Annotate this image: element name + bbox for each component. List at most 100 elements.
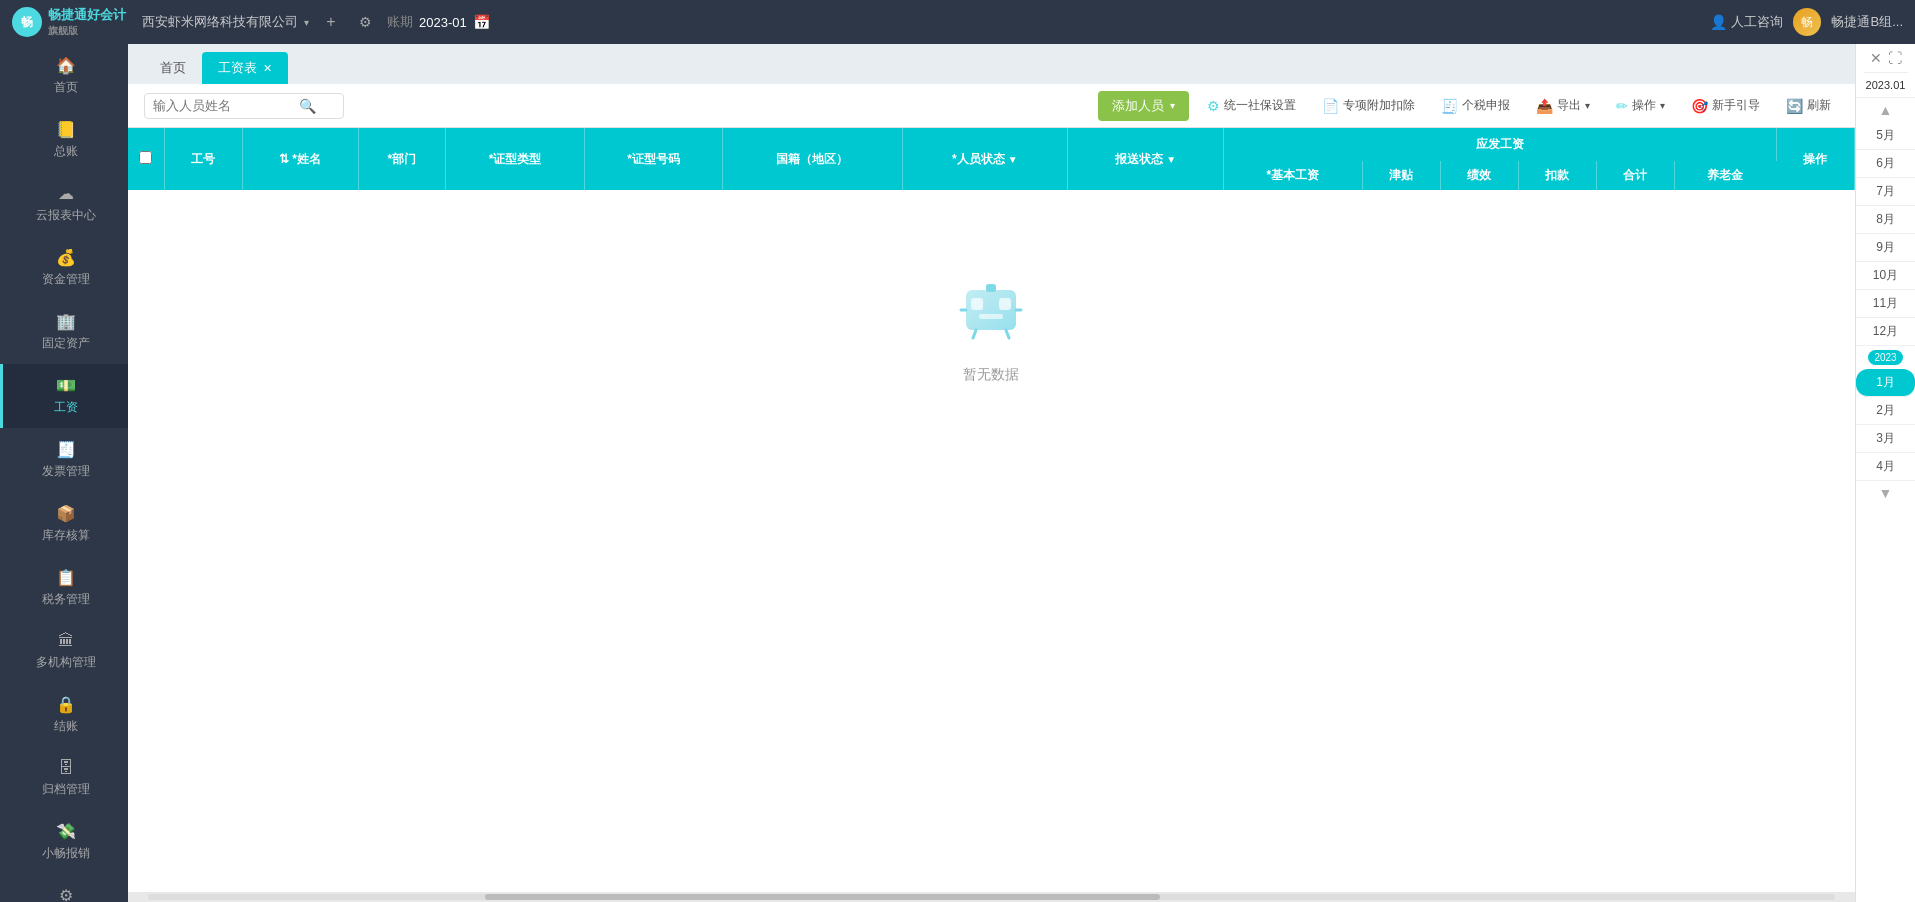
- month-item-7[interactable]: 7月: [1856, 178, 1915, 206]
- table-wrap: 工号 ⇅ *姓名 *部门 *证型类型 *证型号码 国籍（地区） *人员状态 ▼ …: [128, 128, 1855, 892]
- th-total: 合计: [1596, 161, 1674, 190]
- tab-home-label: 首页: [160, 59, 186, 77]
- company-chevron-icon: ▾: [304, 17, 309, 28]
- th-deduction: 扣款: [1518, 161, 1596, 190]
- bottom-scrollbar[interactable]: [128, 892, 1855, 902]
- empty-state-cell: 暂无数据: [128, 190, 1855, 464]
- logo-sub: 旗舰版: [48, 24, 126, 38]
- svg-rect-2: [999, 298, 1011, 310]
- month-item-10[interactable]: 10月: [1856, 262, 1915, 290]
- help-btn[interactable]: 👤 人工咨询: [1710, 13, 1783, 31]
- empty-text: 暂无数据: [963, 366, 1019, 384]
- tab-salary[interactable]: 工资表 ✕: [202, 52, 288, 84]
- month-item-2[interactable]: 2月: [1856, 397, 1915, 425]
- tax-btn-icon: 🧾: [1441, 98, 1458, 114]
- sidebar-label-report: 云报表中心: [36, 207, 96, 224]
- month-item-4[interactable]: 4月: [1856, 453, 1915, 481]
- th-salary-group: 应发工资: [1224, 128, 1777, 161]
- refresh-icon: 🔄: [1786, 98, 1803, 114]
- sidebar-item-close[interactable]: 🔒 结账: [0, 683, 128, 747]
- month-item-5[interactable]: 5月: [1856, 122, 1915, 150]
- sidebar-item-fund[interactable]: 💰 资金管理: [0, 236, 128, 300]
- search-icon: 🔍: [299, 98, 316, 114]
- logo-icon: 畅: [12, 7, 42, 37]
- th-report-status: 报送状态 ▼: [1068, 128, 1224, 190]
- operate-btn[interactable]: ✏ 操作 ▾: [1608, 93, 1673, 118]
- guide-btn[interactable]: 🎯 新手引导: [1683, 93, 1768, 118]
- period-value: 2023-01: [419, 15, 467, 30]
- panel-close-icon[interactable]: ✕: [1870, 50, 1882, 66]
- svg-rect-1: [971, 298, 983, 310]
- search-wrap: 🔍: [144, 93, 344, 119]
- select-all-checkbox[interactable]: [139, 151, 152, 164]
- month-item-3[interactable]: 3月: [1856, 425, 1915, 453]
- month-item-6[interactable]: 6月: [1856, 150, 1915, 178]
- company-select[interactable]: 西安虾米网络科技有限公司 ▾: [142, 13, 309, 31]
- tax-icon: 📋: [56, 568, 76, 587]
- panel-expand-icon[interactable]: ⛶: [1888, 50, 1902, 66]
- sidebar: 🏠 首页 📒 总账 ☁ 云报表中心 💰 资金管理 🏢 固定资产 💵 工资 🧾 发…: [0, 44, 128, 902]
- tax-btn[interactable]: 🧾 个税申报: [1433, 93, 1518, 118]
- th-base-salary: *基本工资: [1224, 161, 1362, 190]
- expense-icon: 💸: [56, 822, 76, 841]
- assets-icon: 🏢: [56, 312, 76, 331]
- month-item-12[interactable]: 12月: [1856, 318, 1915, 346]
- sidebar-item-assets[interactable]: 🏢 固定资产: [0, 300, 128, 364]
- tab-salary-close-icon[interactable]: ✕: [263, 62, 272, 75]
- report-icon: ☁: [58, 184, 74, 203]
- sidebar-label-archive: 归档管理: [42, 781, 90, 798]
- month-down-arrow[interactable]: ▼: [1856, 481, 1915, 505]
- month-up-arrow[interactable]: ▲: [1856, 98, 1915, 122]
- th-people-status: *人员状态 ▼: [902, 128, 1068, 190]
- social-insurance-btn[interactable]: ⚙ 统一社保设置: [1199, 93, 1304, 118]
- report-status-filter-icon[interactable]: ▼: [1166, 154, 1176, 165]
- sidebar-item-salary[interactable]: 💵 工资: [0, 364, 128, 428]
- calendar-icon[interactable]: 📅: [473, 14, 490, 30]
- sidebar-label-stock: 库存核算: [42, 527, 90, 544]
- month-item-8[interactable]: 8月: [1856, 206, 1915, 234]
- refresh-btn[interactable]: 🔄 刷新: [1778, 93, 1839, 118]
- add-people-button[interactable]: 添加人员 ▾: [1098, 91, 1189, 121]
- people-status-filter-icon[interactable]: ▼: [1008, 154, 1018, 165]
- month-item-11[interactable]: 11月: [1856, 290, 1915, 318]
- sidebar-item-ledger[interactable]: 📒 总账: [0, 108, 128, 172]
- scroll-thumb[interactable]: [485, 894, 1160, 900]
- operate-icon: ✏: [1616, 98, 1628, 114]
- sidebar-item-multi[interactable]: 🏛 多机构管理: [0, 620, 128, 683]
- sidebar-item-setting[interactable]: ⚙ 基础设置: [0, 874, 128, 902]
- invoice-icon: 🧾: [56, 440, 76, 459]
- sidebar-item-home[interactable]: 🏠 首页: [0, 44, 128, 108]
- search-input[interactable]: [153, 98, 293, 113]
- deduction-btn[interactable]: 📄 专项附加扣除: [1314, 93, 1423, 118]
- sidebar-item-invoice[interactable]: 🧾 发票管理: [0, 428, 128, 492]
- add-btn-arrow-icon: ▾: [1170, 100, 1175, 111]
- sidebar-label-multi: 多机构管理: [36, 654, 96, 671]
- export-btn[interactable]: 📤 导出 ▾: [1528, 93, 1598, 118]
- settings-icon[interactable]: ⚙: [353, 10, 377, 34]
- ledger-icon: 📒: [56, 120, 76, 139]
- sidebar-label-invoice: 发票管理: [42, 463, 90, 480]
- svg-rect-0: [966, 290, 1016, 330]
- th-id: 工号: [164, 128, 242, 190]
- sidebar-item-archive[interactable]: 🗄 归档管理: [0, 747, 128, 810]
- svg-line-8: [1006, 330, 1009, 338]
- sidebar-label-salary: 工资: [54, 399, 78, 416]
- month-item-9[interactable]: 9月: [1856, 234, 1915, 262]
- sidebar-item-expense[interactable]: 💸 小畅报销: [0, 810, 128, 874]
- tab-home[interactable]: 首页: [144, 52, 202, 84]
- th-checkbox: [128, 128, 164, 190]
- sidebar-item-tax[interactable]: 📋 税务管理: [0, 556, 128, 620]
- logo-area: 畅 畅捷通好会计 旗舰版: [12, 6, 132, 38]
- empty-icon: [951, 270, 1031, 350]
- th-dept: *部门: [358, 128, 446, 190]
- empty-state: 暂无数据: [128, 190, 1855, 464]
- logo-title: 畅捷通好会计: [48, 6, 126, 24]
- sidebar-item-stock[interactable]: 📦 库存核算: [0, 492, 128, 556]
- plus-icon[interactable]: +: [319, 10, 343, 34]
- month-item-1[interactable]: 1月: [1856, 369, 1915, 397]
- sidebar-item-report[interactable]: ☁ 云报表中心: [0, 172, 128, 236]
- user-name: 畅捷通B组...: [1831, 13, 1903, 31]
- sidebar-label-expense: 小畅报销: [42, 845, 90, 862]
- period-label: 账期: [387, 13, 413, 31]
- setting-icon: ⚙: [59, 886, 73, 902]
